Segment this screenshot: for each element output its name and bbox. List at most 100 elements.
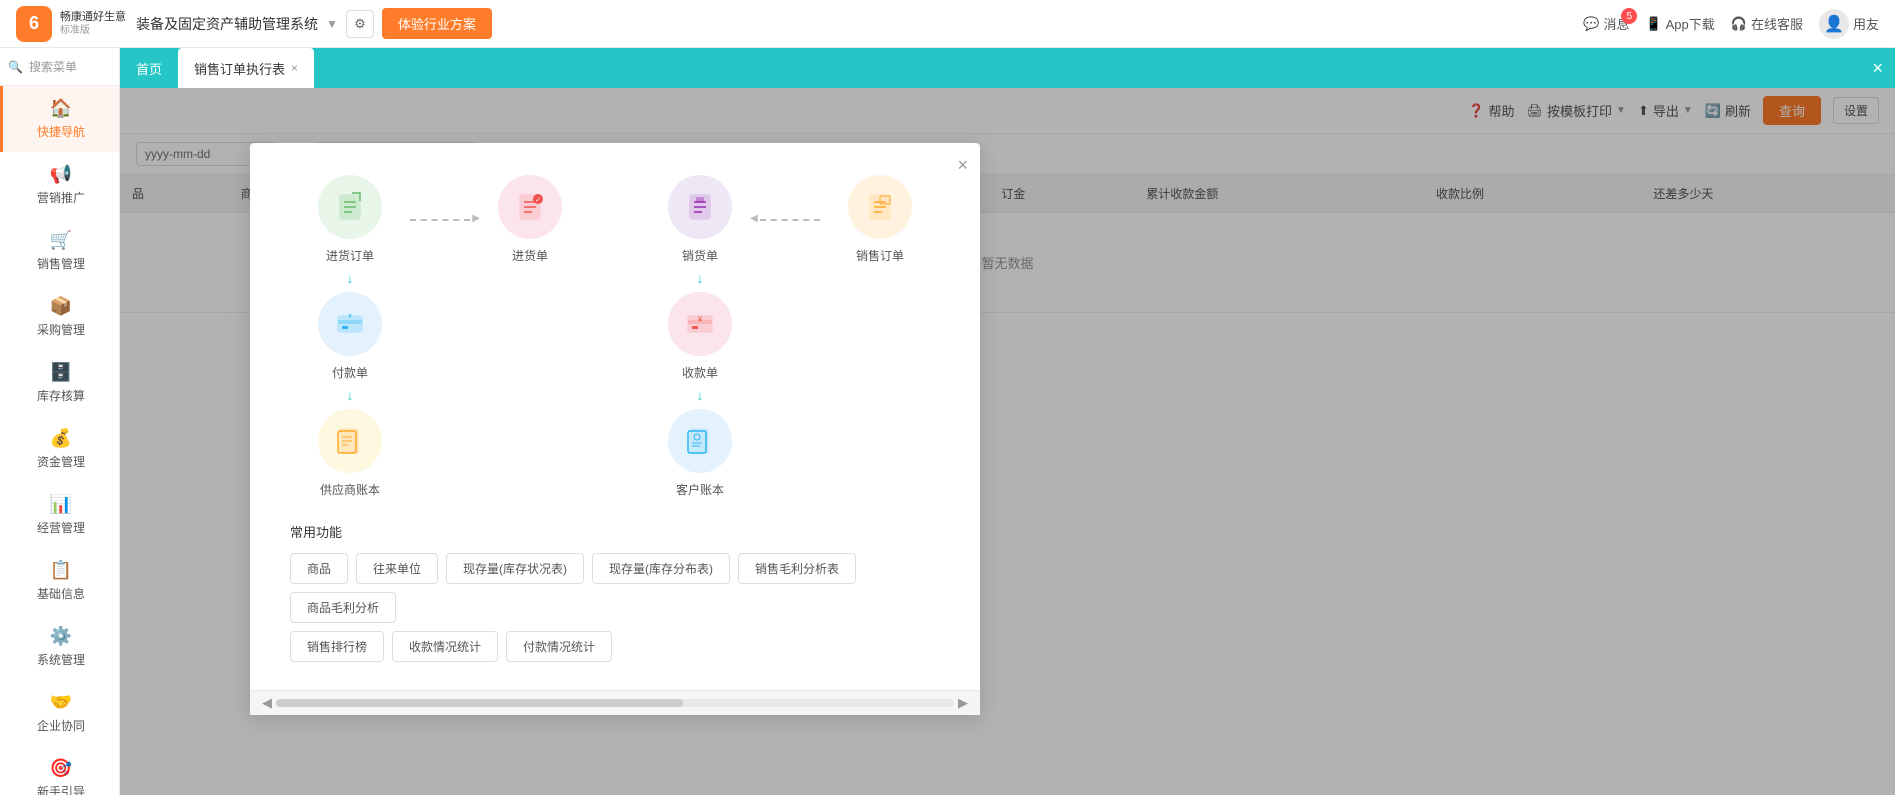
func-btn-payment-stat[interactable]: 付款情况统计	[506, 631, 612, 662]
func-btn-inventory-status[interactable]: 现存量(库存状况表)	[446, 553, 584, 584]
avatar: 👤	[1819, 9, 1849, 39]
flow-node-payment[interactable]: ¥ 付款单	[290, 292, 410, 381]
inventory-icon: 🗄️	[50, 362, 72, 383]
arrow-v-3: ↓	[347, 381, 354, 409]
sidebar-item-system[interactable]: ⚙️ 系统管理	[0, 614, 119, 680]
left-column: 进货订单 ↓ ¥ 付款单 ↓	[290, 175, 410, 498]
customer-ledger-circle[interactable]	[668, 409, 732, 473]
scrollbar-thumb[interactable]	[276, 699, 683, 707]
service-icon: 🎧	[1731, 16, 1747, 32]
common-func-title: 常用功能	[290, 522, 940, 541]
sales-order-label: 销售订单	[856, 247, 904, 264]
sales-slip-circle[interactable]	[668, 175, 732, 239]
sidebar-item-sales[interactable]: 🛒 销售管理	[0, 218, 119, 284]
tab-sales-order[interactable]: 销售订单执行表 ×	[178, 48, 314, 88]
finance-icon: 💰	[50, 428, 72, 449]
func-btn-receipt-stat[interactable]: 收款情况统计	[392, 631, 498, 662]
logo-icon: 6	[16, 6, 52, 42]
sidebar: 🔍 搜索菜单 🏠 快捷导航 📢 营销推广 🛒 销售管理 📦 采购管理 🗄️ 库存…	[0, 48, 120, 795]
func-btn-product[interactable]: 商品	[290, 553, 348, 584]
app-download-button[interactable]: 📱 App下载	[1645, 14, 1714, 33]
modal-scrollbar[interactable]: ◀ ▶	[250, 690, 980, 715]
flow-rows-container: 进货订单 ↓ ¥ 付款单 ↓	[290, 175, 940, 498]
sidebar-item-purchase[interactable]: 📦 采购管理	[0, 284, 119, 350]
main-layout: 🔍 搜索菜单 🏠 快捷导航 📢 营销推广 🛒 销售管理 📦 采购管理 🗄️ 库存…	[0, 48, 1895, 795]
guide-icon: 🎯	[50, 758, 72, 779]
home-icon: 🏠	[50, 98, 72, 119]
purchase-order-label: 进货订单	[326, 247, 374, 264]
sidebar-item-inventory[interactable]: 🗄️ 库存核算	[0, 350, 119, 416]
user-area[interactable]: 👤 用友	[1819, 9, 1879, 39]
sales-order-circle[interactable]	[848, 175, 912, 239]
receipt-circle[interactable]: ¥	[668, 292, 732, 356]
tab-close-icon[interactable]: ×	[291, 61, 298, 75]
func-btn-inventory-dist[interactable]: 现存量(库存分布表)	[592, 553, 730, 584]
tab-home[interactable]: 首页	[120, 48, 178, 88]
supplier-ledger-label: 供应商账本	[320, 481, 380, 498]
logo-text: 畅康通好生意 标准版	[60, 10, 126, 37]
flow-node-purchase-slip[interactable]: ✓ 进货单	[470, 175, 590, 264]
purchase-order-circle[interactable]	[318, 175, 382, 239]
sales-icon: 🛒	[50, 230, 72, 251]
flow-node-sales-slip[interactable]: 销货单	[640, 175, 760, 264]
content-area: 首页 销售订单执行表 × × ❓ 帮助 🖨 按模板打印 ▼	[120, 48, 1895, 795]
sidebar-item-marketing[interactable]: 📢 营销推广	[0, 152, 119, 218]
modal-close-button[interactable]: ×	[957, 155, 968, 176]
common-func-area: 常用功能 商品 往来单位 现存量(库存状况表) 现存量(库存分布表) 销售毛利分…	[250, 522, 980, 690]
modal-overlay[interactable]: × 进货订单	[120, 88, 1895, 795]
message-badge: 5	[1621, 8, 1637, 24]
h-arrow-2	[760, 175, 820, 221]
sidebar-item-finance[interactable]: 💰 资金管理	[0, 416, 119, 482]
right-column: 销售订单	[820, 175, 940, 264]
h-arrow-1	[410, 175, 470, 221]
tab-bar: 首页 销售订单执行表 × ×	[120, 48, 1895, 88]
message-icon: 💬	[1583, 16, 1599, 32]
sidebar-item-enterprise[interactable]: 🤝 企业协同	[0, 680, 119, 746]
basic-icon: 📋	[50, 560, 72, 581]
sales-slip-label: 销货单	[682, 247, 718, 264]
sidebar-item-basic[interactable]: 📋 基础信息	[0, 548, 119, 614]
gear-icon[interactable]: ⚙	[346, 10, 374, 38]
func-btn-product-gross[interactable]: 商品毛利分析	[290, 592, 396, 623]
scrollbar-track	[276, 699, 954, 707]
trial-button[interactable]: 体验行业方案	[382, 8, 492, 39]
flow-node-supplier-ledger[interactable]: 供应商账本	[290, 409, 410, 498]
func-buttons-row1: 商品 往来单位 现存量(库存状况表) 现存量(库存分布表) 销售毛利分析表 商品…	[290, 553, 940, 623]
purchase-slip-label: 进货单	[512, 247, 548, 264]
scroll-right-arrow[interactable]: ▶	[958, 695, 968, 711]
logo-area: 6 畅康通好生意 标准版	[16, 6, 136, 42]
payment-circle[interactable]: ¥	[318, 292, 382, 356]
func-btn-sales-gross[interactable]: 销售毛利分析表	[738, 553, 856, 584]
modal-box: × 进货订单	[250, 143, 980, 715]
dropdown-arrow-icon[interactable]: ▼	[326, 17, 338, 31]
flow-node-customer-ledger[interactable]: 客户账本	[640, 409, 760, 498]
sidebar-item-operation[interactable]: 📊 经营管理	[0, 482, 119, 548]
flow-node-purchase-order[interactable]: 进货订单	[290, 175, 410, 264]
supplier-ledger-circle[interactable]	[318, 409, 382, 473]
download-icon: 📱	[1645, 16, 1661, 32]
arrow-v-4: ↓	[697, 381, 704, 409]
func-buttons-row2: 销售排行榜 收款情况统计 付款情况统计	[290, 631, 940, 662]
flow-node-receipt[interactable]: ¥ 收款单	[640, 292, 760, 381]
search-icon: 🔍	[8, 60, 23, 74]
func-btn-counterpart[interactable]: 往来单位	[356, 553, 438, 584]
sidebar-search[interactable]: 🔍 搜索菜单	[0, 48, 119, 86]
purchase-icon: 📦	[50, 296, 72, 317]
sidebar-item-guide[interactable]: 🎯 新手引导	[0, 746, 119, 795]
online-service-button[interactable]: 🎧 在线客服	[1731, 14, 1803, 33]
page-content: ❓ 帮助 🖨 按模板打印 ▼ ⬆ 导出 ▼ 🔄 刷新 查询	[120, 88, 1895, 795]
purchase-slip-circle[interactable]: ✓	[498, 175, 562, 239]
sidebar-item-quick-nav[interactable]: 🏠 快捷导航	[0, 86, 119, 152]
func-btn-sales-rank[interactable]: 销售排行榜	[290, 631, 384, 662]
arrow-v-2: ↓	[697, 264, 704, 292]
middle-right-column: 销货单 ↓ ¥ 收款单 ↓	[640, 175, 760, 498]
marketing-icon: 📢	[50, 164, 72, 185]
flow-node-sales-order[interactable]: 销售订单	[820, 175, 940, 264]
header-right: 💬 消息 5 📱 App下载 🎧 在线客服 👤 用友	[1583, 9, 1879, 39]
message-button[interactable]: 💬 消息 5	[1583, 14, 1629, 33]
tab-close-all[interactable]: ×	[1872, 48, 1895, 88]
operation-icon: 📊	[50, 494, 72, 515]
scroll-left-arrow[interactable]: ◀	[262, 695, 272, 711]
middle-left-column: ✓ 进货单	[470, 175, 590, 264]
enterprise-icon: 🤝	[50, 692, 72, 713]
